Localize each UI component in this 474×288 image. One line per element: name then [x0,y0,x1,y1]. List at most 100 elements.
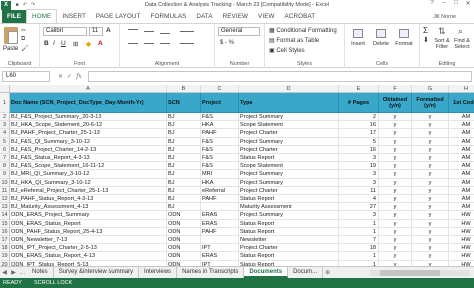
table-cell[interactable]: BJ [167,162,201,171]
table-cell[interactable]: HW [449,236,474,245]
table-cell[interactable]: y [379,227,412,236]
table-cell[interactable]: Scope Statement [239,162,339,171]
italic-button[interactable]: I [53,40,55,47]
sort-filter-icon[interactable]: ⇅ [438,26,446,37]
cell-styles-button[interactable]: ▣ Cell Styles [269,47,305,54]
top-align-icon[interactable] [128,29,138,30]
header-cell[interactable]: Doc Name (SCN_Project_DocType_Day-Month-… [10,93,167,113]
table-cell[interactable]: PAHF [201,129,239,138]
table-cell[interactable]: y [379,186,412,195]
table-cell[interactable]: F&S [201,162,239,171]
column-header-h[interactable]: H [449,85,474,93]
header-cell[interactable]: # Pages [339,93,379,113]
table-cell[interactable]: HW [449,228,474,236]
table-cell[interactable]: ODN_PAHF_Status_Report_25-4-13 [10,227,167,236]
table-cell[interactable]: y [412,170,449,179]
table-cell[interactable]: F&S [201,145,239,154]
bold-button[interactable]: B [44,40,49,47]
column-header-a[interactable]: A [10,85,167,93]
tab-acrobat[interactable]: ACROBAT [280,10,321,23]
header-cell[interactable]: Type [239,93,339,113]
table-cell[interactable]: 1 [339,227,379,236]
insert-function-icon[interactable]: fx [76,73,82,80]
table-cell[interactable]: ODN_ERAS_Project_Summary [10,211,167,220]
table-cell[interactable]: y [379,178,412,187]
table-cell[interactable]: BJ_Maturity_Assessment_4-13 [10,203,167,212]
row-header[interactable]: 1 [0,93,10,113]
column-header-b[interactable]: B [167,85,201,93]
table-cell[interactable]: HKA [201,178,239,187]
user-name[interactable]: Jill Norrie [433,14,456,20]
horizontal-scrollbar[interactable] [370,270,470,276]
grow-font-icon[interactable]: A [106,27,111,34]
table-cell[interactable]: HW [449,252,474,261]
table-cell[interactable]: BJ_HKA_Scope_Statement_20-6-12 [10,121,167,130]
header-cell[interactable]: Obtained (y/n) [379,93,412,113]
next-sheet-icon[interactable]: ▶ [9,269,18,276]
table-cell[interactable]: AM [449,162,474,171]
table-cell[interactable]: AM [449,138,474,146]
table-cell[interactable]: BJ_F&S_Status_Report_4-3-13 [10,154,167,163]
table-cell[interactable]: AM [449,195,474,204]
table-cell[interactable]: Scope Statement [239,121,339,130]
tab-formulas[interactable]: FORMULAS [146,10,192,23]
table-cell[interactable]: y [412,178,449,187]
table-cell[interactable]: ERAS [201,219,239,228]
table-cell[interactable]: 1 [339,219,379,228]
font-color-icon[interactable]: A [98,40,103,47]
table-cell[interactable]: BJ_HKA_QI_Summary_3-10-12 [10,178,167,187]
prev-sheet-icon[interactable]: ◀ [0,269,9,276]
select-all-corner[interactable] [0,85,10,93]
table-cell[interactable]: BJ [167,145,201,154]
tab-data[interactable]: DATA [191,10,217,23]
tab-view[interactable]: VIEW [253,10,280,23]
fill-color-icon[interactable]: ◆ [86,40,91,48]
row-header[interactable]: 7 [0,154,10,163]
table-cell[interactable]: 19 [339,162,379,171]
formula-input[interactable] [87,71,472,82]
table-cell[interactable]: AM [449,154,474,163]
table-cell[interactable]: ODN_Newsletter_7-13 [10,236,167,245]
table-cell[interactable]: 3 [339,154,379,163]
table-cell[interactable]: BJ [167,113,201,122]
table-cell[interactable]: y [379,211,412,220]
table-cell[interactable]: AM [449,129,474,138]
table-cell[interactable]: AM [449,187,474,195]
table-cell[interactable]: BJ_F&S_Scope_Statement_16-11-12 [10,162,167,171]
table-cell[interactable]: y [412,145,449,154]
tab-page-layout[interactable]: PAGE LAYOUT [91,10,146,23]
table-cell[interactable]: BJ [167,137,201,146]
table-cell[interactable]: 7 [339,236,379,245]
table-cell[interactable]: HW [449,211,474,220]
table-cell[interactable]: y [379,121,412,130]
tab-home[interactable]: HOME [26,9,58,23]
table-cell[interactable]: PAHF [201,227,239,236]
table-cell[interactable] [201,203,239,212]
table-cell[interactable]: y [412,195,449,204]
table-cell[interactable]: y [412,121,449,130]
table-cell[interactable]: y [412,129,449,138]
table-cell[interactable]: y [379,236,412,245]
table-cell[interactable]: BJ [167,203,201,212]
table-cell[interactable]: BJ_PAHF_Status_Report_4-3-13 [10,195,167,204]
row-header[interactable]: 16 [0,227,10,236]
name-box[interactable]: L60 [2,71,50,82]
row-header[interactable]: 9 [0,170,10,179]
table-cell[interactable]: 17 [339,129,379,138]
table-cell[interactable]: AM [449,113,474,122]
table-cell[interactable] [201,236,239,245]
left-align-icon[interactable] [128,43,138,44]
font-size-select[interactable]: 11 [89,27,103,36]
table-cell[interactable]: HW [449,244,474,253]
table-cell[interactable]: y [379,137,412,146]
column-header-d[interactable]: D [239,85,339,93]
table-cell[interactable]: y [379,162,412,171]
row-header[interactable]: 3 [0,121,10,130]
table-cell[interactable]: AM [449,179,474,187]
find-select-button[interactable]: Find & Select [452,38,472,50]
table-cell[interactable]: AM [449,203,474,212]
table-cell[interactable]: Project Charter [239,145,339,154]
table-cell[interactable]: ERAS [201,252,239,261]
row-header[interactable]: 8 [0,162,10,171]
header-cell[interactable]: Project [201,93,239,113]
